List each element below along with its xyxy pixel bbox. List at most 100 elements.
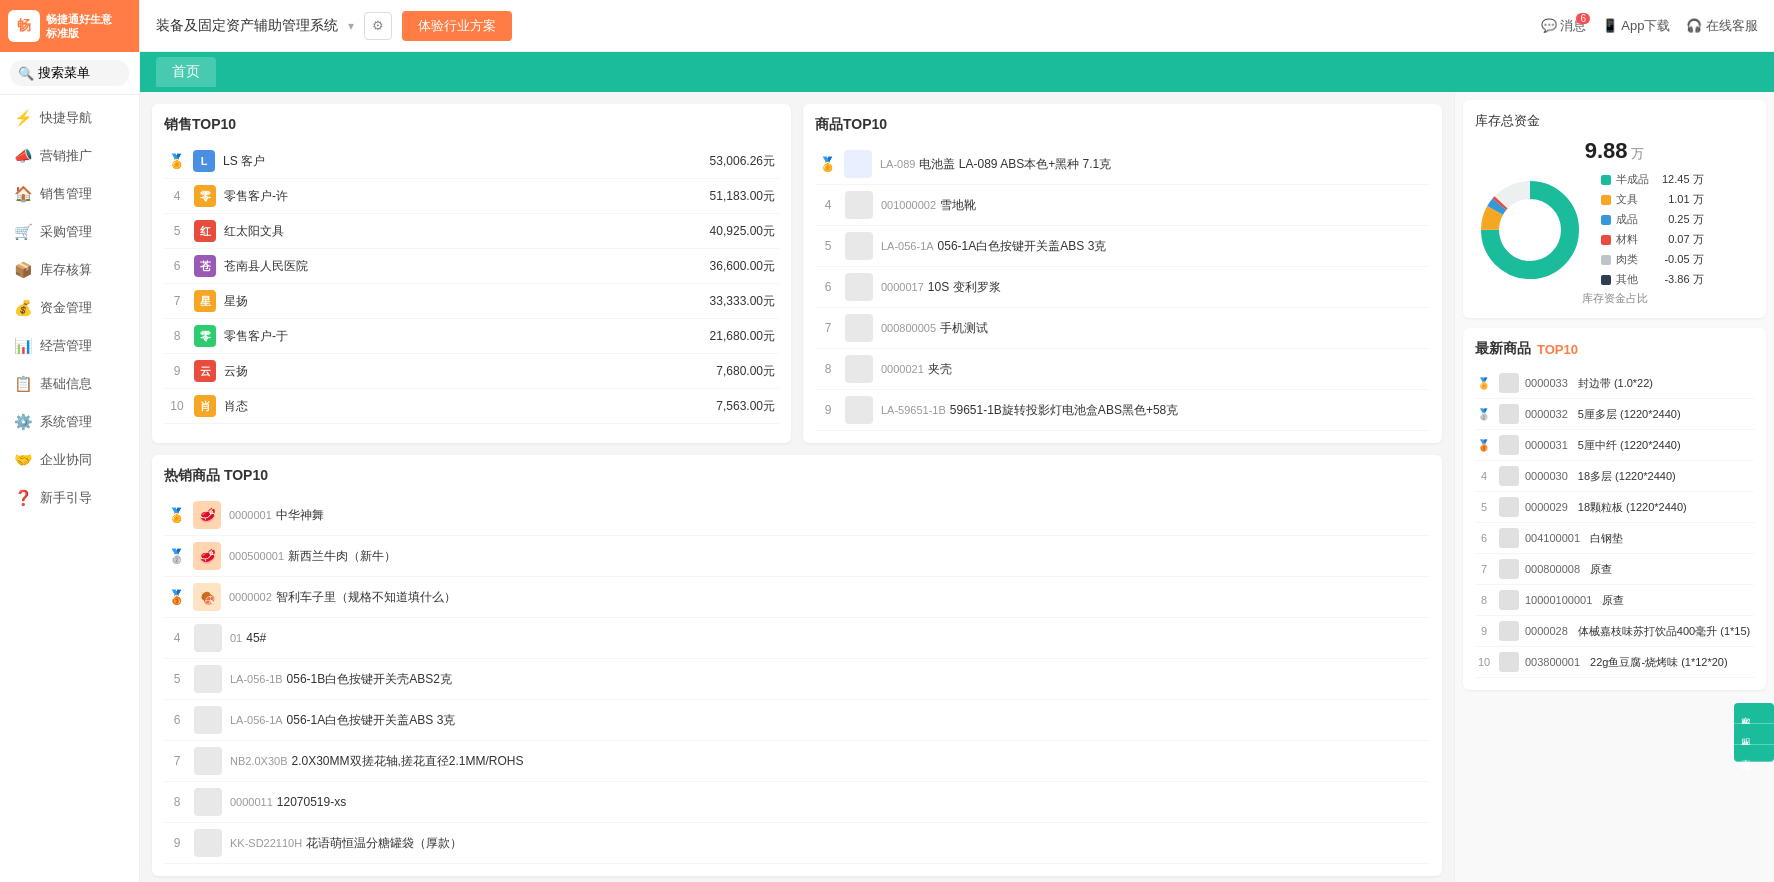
product-img bbox=[1499, 466, 1519, 486]
float-btn-hotline[interactable]: 客服热线 bbox=[1734, 703, 1774, 724]
sidebar-item-system[interactable]: ⚙️ 系统管理 bbox=[0, 403, 139, 441]
customers-rank-list: 🏅 L LS 客户 53,006.26元 4 零 零售客户-许 51,183.0… bbox=[164, 144, 779, 424]
products-sold-rank-list: 🏅 LA-089电池盖 LA-089 ABS本色+黑种 7.1克 4 00100… bbox=[815, 144, 1430, 431]
rank-item: 🏅 LA-089电池盖 LA-089 ABS本色+黑种 7.1克 bbox=[815, 144, 1430, 185]
legend-dot bbox=[1601, 175, 1611, 185]
product-img bbox=[194, 624, 222, 652]
product-img: 🍖 bbox=[193, 583, 221, 611]
rank-item: 8 000001112070519-xs bbox=[164, 782, 1430, 823]
search-menu-btn[interactable]: 🔍 搜索菜单 bbox=[10, 60, 129, 86]
tab-home[interactable]: 首页 bbox=[156, 57, 216, 87]
dropdown-arrow[interactable]: ▾ bbox=[348, 19, 354, 33]
sidebar-item-finance[interactable]: 💰 资金管理 bbox=[0, 289, 139, 327]
sidebar: 畅 畅捷通好生意 标准版 🔍 搜索菜单 ⚡ 快捷导航 📣 营销推广 🏠 销售管理… bbox=[0, 0, 140, 882]
sidebar-item-purchase[interactable]: 🛒 采购管理 bbox=[0, 213, 139, 251]
rank-item: 🏅 L LS 客户 53,006.26元 bbox=[164, 144, 779, 179]
inventory-header: 库存总资金 bbox=[1475, 112, 1754, 130]
rank-badge: L bbox=[193, 150, 215, 172]
trial-plan-button[interactable]: 体验行业方案 bbox=[402, 11, 512, 41]
top-lists-row: 销售TOP10 🏅 L LS 客户 53,006.26元 4 零 零售客户-许 bbox=[152, 104, 1442, 443]
legend-item: 其他 -3.86 万 bbox=[1601, 272, 1704, 287]
float-buttons: 客服热线 服务社区 直播 bbox=[1734, 703, 1774, 762]
rank-item: 🥉 0000031 5厘中纤 (1220*2440) bbox=[1475, 430, 1754, 461]
phone-icon: 📱 bbox=[1602, 18, 1618, 33]
system-icon: ⚙️ bbox=[14, 413, 32, 431]
product-img bbox=[194, 788, 222, 816]
message-btn[interactable]: 💬 消息 6 bbox=[1541, 17, 1587, 35]
purchase-icon: 🛒 bbox=[14, 223, 32, 241]
rank-badge: 苍 bbox=[194, 255, 216, 277]
rank-item: 10 肖 肖态 7,563.00元 bbox=[164, 389, 779, 424]
sidebar-item-cooperation[interactable]: 🤝 企业协同 bbox=[0, 441, 139, 479]
top-customers-card: 销售TOP10 🏅 L LS 客户 53,006.26元 4 零 零售客户-许 bbox=[152, 104, 791, 443]
legend-item: 材料 0.07 万 bbox=[1601, 232, 1704, 247]
product-img bbox=[194, 747, 222, 775]
sidebar-item-label: 采购管理 bbox=[40, 223, 92, 241]
rank-item: 7 000800005手机测试 bbox=[815, 308, 1430, 349]
rank-badge: 肖 bbox=[194, 395, 216, 417]
logo-icon: 畅 bbox=[8, 10, 40, 42]
rank-item: 🏅 0000033 封边带 (1.0*22) bbox=[1475, 368, 1754, 399]
sidebar-item-inventory[interactable]: 📦 库存核算 bbox=[0, 251, 139, 289]
app-download-btn[interactable]: 📱 App下载 bbox=[1602, 17, 1670, 35]
sidebar-item-label: 库存核算 bbox=[40, 261, 92, 279]
product-img: 🥩 bbox=[193, 501, 221, 529]
rank-item: 4 零 零售客户-许 51,183.00元 bbox=[164, 179, 779, 214]
sidebar-logo: 畅 畅捷通好生意 标准版 bbox=[0, 0, 139, 52]
rank-badge: 云 bbox=[194, 360, 216, 382]
medal-gold-icon: 🏅 bbox=[168, 507, 185, 523]
rank-item: 🥈 0000032 5厘多层 (1220*2440) bbox=[1475, 399, 1754, 430]
search-icon: 🔍 bbox=[18, 66, 34, 81]
sidebar-item-guide[interactable]: ❓ 新手引导 bbox=[0, 479, 139, 517]
sidebar-item-marketing[interactable]: 📣 营销推广 bbox=[0, 137, 139, 175]
legend-item: 半成品 12.45 万 bbox=[1601, 172, 1704, 187]
inventory-title: 库存总资金 bbox=[1475, 112, 1540, 130]
legend-item: 文具 1.01 万 bbox=[1601, 192, 1704, 207]
online-service-btn[interactable]: 🎧 在线客服 bbox=[1686, 17, 1758, 35]
newest-products-list: 🏅 0000033 封边带 (1.0*22) 🥈 0000032 5厘多层 (1… bbox=[1475, 368, 1754, 678]
hot-products-list: 🏅 🥩 0000001中华神舞 🥈 🥩 000500001新西兰牛肉（新牛） 🥉… bbox=[164, 495, 1430, 864]
rank-item: 🏅 🥩 0000001中华神舞 bbox=[164, 495, 1430, 536]
legend-dot bbox=[1601, 235, 1611, 245]
float-btn-live[interactable]: 直播 bbox=[1734, 745, 1774, 762]
rank-item: 10 003800001 22g鱼豆腐-烧烤味 (1*12*20) bbox=[1475, 647, 1754, 678]
product-img bbox=[1499, 652, 1519, 672]
rank-item: 9 LA-59651-1B59651-1B旋转投影灯电池盒ABS黑色+58克 bbox=[815, 390, 1430, 431]
sidebar-item-operation[interactable]: 📊 经营管理 bbox=[0, 327, 139, 365]
rank-item: 8 零 零售客户-于 21,680.00元 bbox=[164, 319, 779, 354]
float-btn-community[interactable]: 服务社区 bbox=[1734, 724, 1774, 745]
sidebar-item-label: 企业协同 bbox=[40, 451, 92, 469]
product-img bbox=[194, 665, 222, 693]
rank-item: 6 000001710S 变利罗浆 bbox=[815, 267, 1430, 308]
product-img bbox=[844, 150, 872, 178]
rank-badge: 红 bbox=[194, 220, 216, 242]
product-img: 🥩 bbox=[193, 542, 221, 570]
settings-gear-btn[interactable]: ⚙ bbox=[364, 12, 392, 40]
content-area: 销售TOP10 🏅 L LS 客户 53,006.26元 4 零 零售客户-许 bbox=[140, 92, 1774, 882]
sidebar-item-quicknav[interactable]: ⚡ 快捷导航 bbox=[0, 99, 139, 137]
inventory-value: 9.88 bbox=[1585, 138, 1628, 163]
sidebar-item-label: 基础信息 bbox=[40, 375, 92, 393]
top-products-sold-card: 商品TOP10 🏅 LA-089电池盖 LA-089 ABS本色+黑种 7.1克… bbox=[803, 104, 1442, 443]
product-img bbox=[845, 396, 873, 424]
inventory-ratio-label: 库存资金占比 bbox=[1475, 291, 1754, 306]
top-customers-title: 销售TOP10 bbox=[164, 116, 779, 134]
medal-gold-icon: 🏅 bbox=[168, 153, 185, 169]
sidebar-item-basic[interactable]: 📋 基础信息 bbox=[0, 365, 139, 403]
rank-item: 9 云 云扬 7,680.00元 bbox=[164, 354, 779, 389]
search-menu-label: 搜索菜单 bbox=[38, 64, 90, 82]
product-img bbox=[1499, 559, 1519, 579]
sidebar-item-label: 营销推广 bbox=[40, 147, 92, 165]
sidebar-item-sales[interactable]: 🏠 销售管理 bbox=[0, 175, 139, 213]
rank-item: 5 0000029 18颗粒板 (1220*2440) bbox=[1475, 492, 1754, 523]
legend-dot bbox=[1601, 195, 1611, 205]
medal-silver-icon: 🥈 bbox=[168, 548, 185, 564]
rank-item: 8 10000100001 原查 bbox=[1475, 585, 1754, 616]
product-img bbox=[1499, 590, 1519, 610]
guide-icon: ❓ bbox=[14, 489, 32, 507]
hot-products-title: 热销商品 TOP10 bbox=[164, 467, 1430, 485]
product-img bbox=[845, 355, 873, 383]
legend-dot bbox=[1601, 255, 1611, 265]
quicknav-icon: ⚡ bbox=[14, 109, 32, 127]
hot-products-card: 热销商品 TOP10 🏅 🥩 0000001中华神舞 🥈 🥩 000500001… bbox=[152, 455, 1442, 876]
